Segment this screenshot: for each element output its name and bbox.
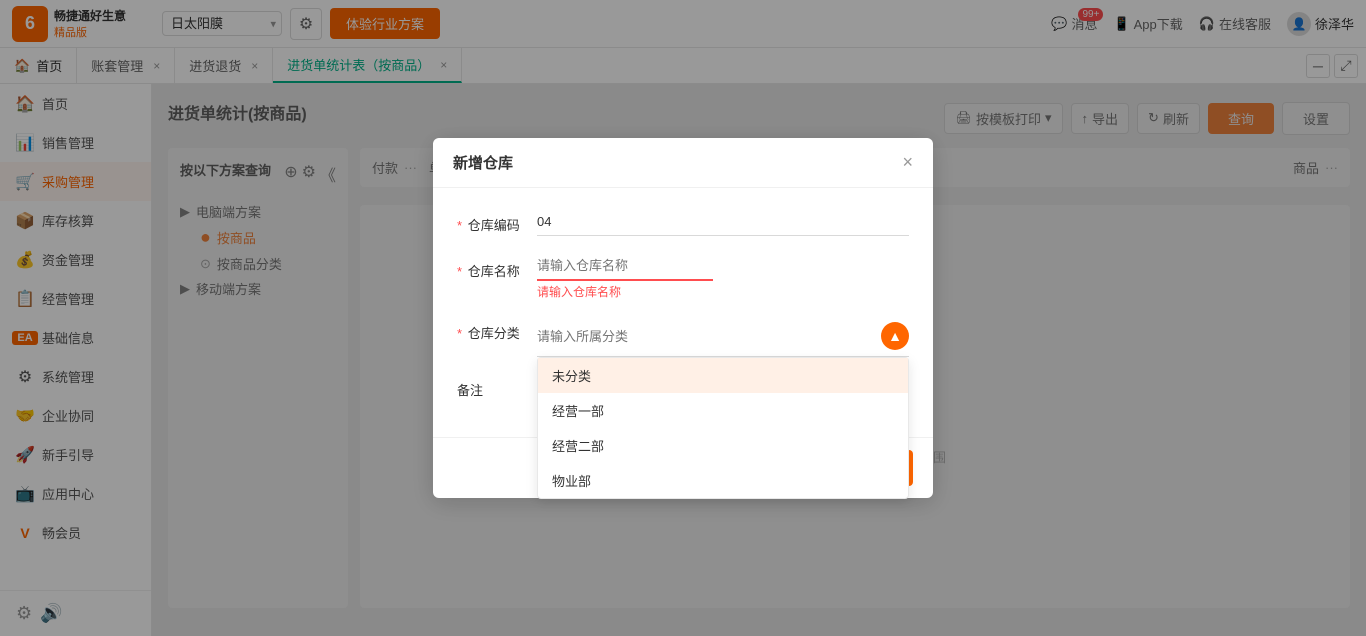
category-input-wrap: ▲ 未分类 经营一部 经营二部 物业部 <box>537 316 909 357</box>
category-label: * 仓库分类 <box>457 316 537 342</box>
dialog-body: * 仓库编码 * 仓库名称 请输入仓库名称 * <box>433 188 933 437</box>
dialog-close-button[interactable]: × <box>902 152 913 173</box>
form-row-name: * 仓库名称 请输入仓库名称 <box>457 252 909 300</box>
dropdown-arrow-icon[interactable]: ▲ <box>881 322 909 350</box>
category-dropdown-trigger[interactable]: ▲ <box>537 316 909 357</box>
name-input[interactable] <box>537 252 713 281</box>
modal-overlay[interactable]: 新增仓库 × * 仓库编码 * 仓库名称 <box>0 0 1366 636</box>
name-error-message: 请输入仓库名称 <box>537 283 621 300</box>
dropdown-option-unclassified[interactable]: 未分类 <box>538 358 908 393</box>
form-row-code: * 仓库编码 <box>457 208 909 236</box>
add-warehouse-dialog: 新增仓库 × * 仓库编码 * 仓库名称 <box>433 138 933 498</box>
code-label: * 仓库编码 <box>457 208 537 234</box>
category-dropdown-list: 未分类 经营一部 经营二部 物业部 <box>537 357 909 499</box>
note-label: 备注 <box>457 373 537 399</box>
dropdown-option-dept2[interactable]: 经营二部 <box>538 428 908 463</box>
category-input[interactable] <box>537 329 881 344</box>
name-label: * 仓库名称 <box>457 254 537 280</box>
dropdown-option-dept1[interactable]: 经营一部 <box>538 393 908 428</box>
dialog-title: 新增仓库 <box>453 152 513 173</box>
form-row-category: * 仓库分类 ▲ 未分类 经营一部 经营二部 物业部 <box>457 316 909 357</box>
dialog-header: 新增仓库 × <box>433 138 933 188</box>
code-input[interactable] <box>537 208 909 236</box>
dropdown-option-property[interactable]: 物业部 <box>538 463 908 498</box>
